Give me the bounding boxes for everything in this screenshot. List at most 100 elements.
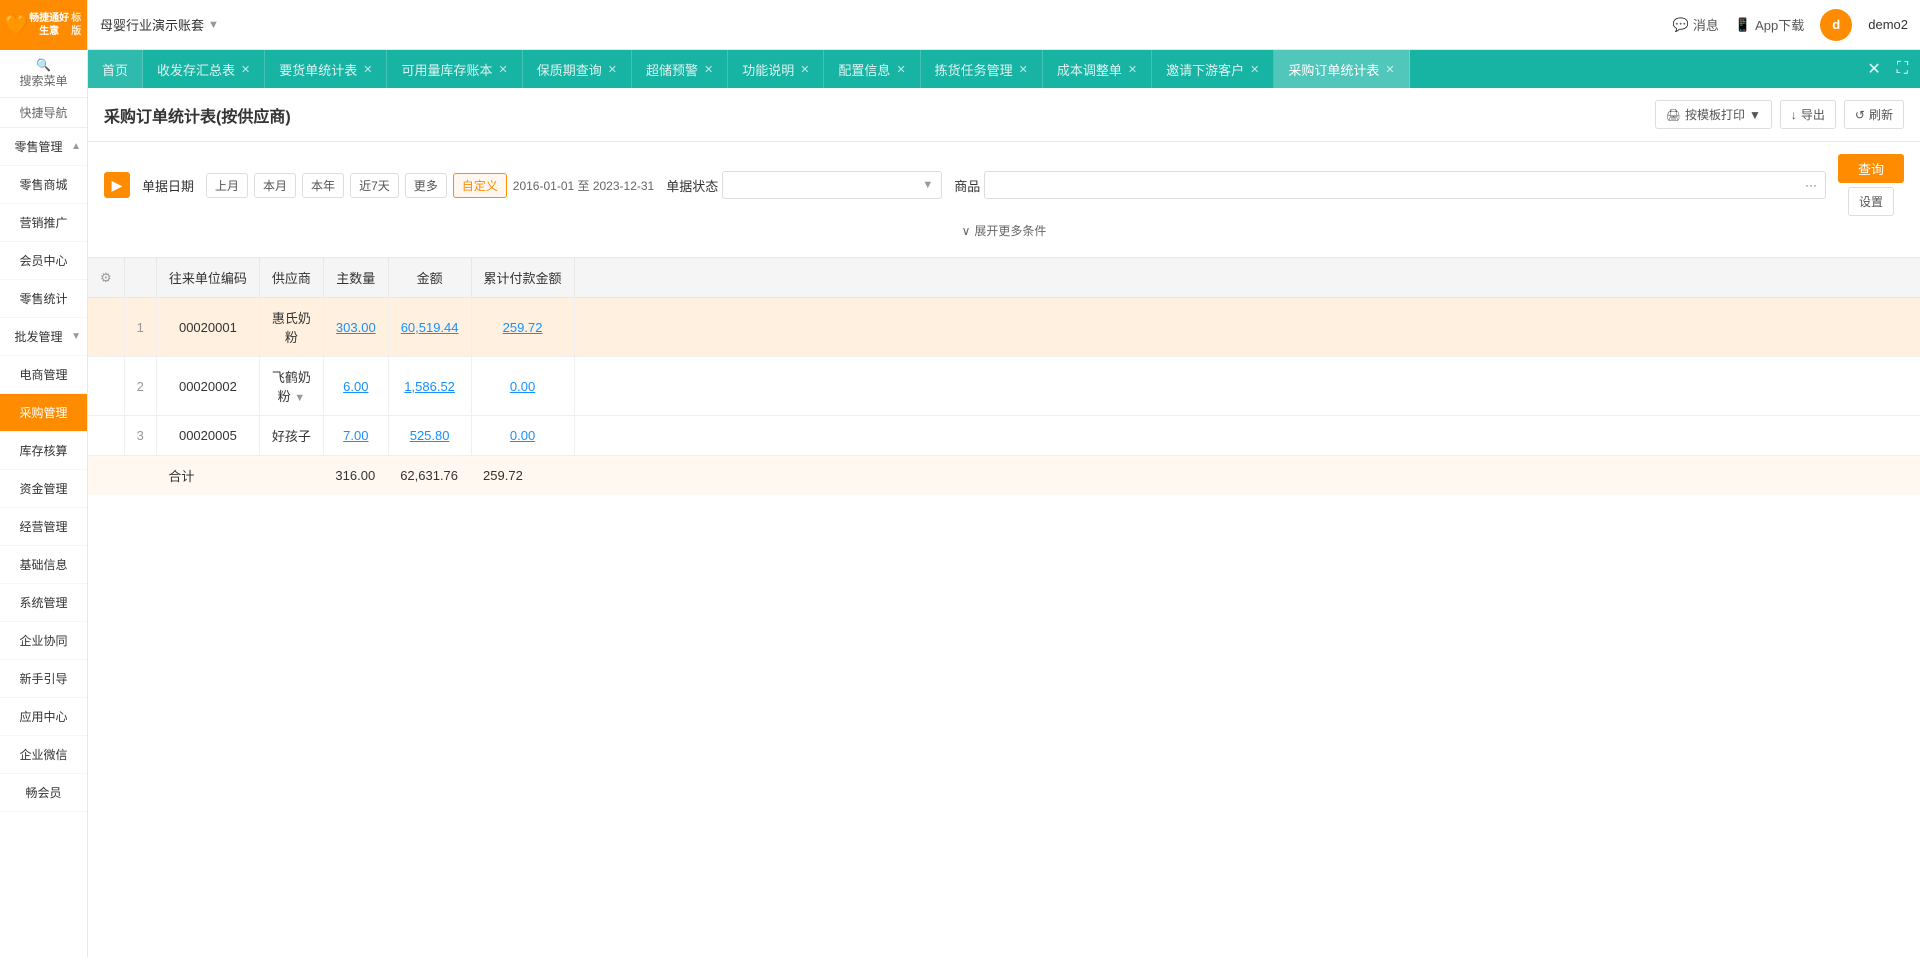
search-section: 查询 设置 [1838,154,1904,216]
row-paid-amount[interactable]: 0.00 [471,357,574,416]
tab-bar: 首页 收发存汇总表 ✕ 要货单统计表 ✕ 可用量库存账本 ✕ 保质期查询 ✕ 超… [88,50,1920,88]
sidebar-item-basic[interactable]: 基础信息 [0,546,87,584]
tab-close-all-button[interactable]: ✕ [1863,57,1884,81]
expand-more-button[interactable]: ∨ 展开更多条件 [104,216,1904,245]
row-amount[interactable]: 525.80 [388,416,471,456]
export-button[interactable]: ↓ 导出 [1780,100,1836,129]
sidebar-item-enterprise[interactable]: 企业协同 [0,622,87,660]
tab-close-icon[interactable]: ✕ [1128,63,1137,76]
row-amount[interactable]: 60,519.44 [388,298,471,357]
sidebar-item-member[interactable]: 会员中心 [0,242,87,280]
tab-close-icon[interactable]: ✕ [1019,63,1028,76]
sidebar-search[interactable]: 🔍 搜索菜单 [0,50,87,98]
footer-extra-cell [574,456,1920,496]
tab-cost-adjust[interactable]: 成本调整单 ✕ [1043,50,1152,88]
tab-close-icon[interactable]: ✕ [363,63,372,76]
tab-available-stock[interactable]: 可用量库存账本 ✕ [387,50,522,88]
row-paid-amount[interactable]: 0.00 [471,416,574,456]
tab-pick-task[interactable]: 拣货任务管理 ✕ [921,50,1043,88]
template-print-button[interactable]: 🖨 按模板打印 ▼ [1655,100,1772,129]
page-header-actions: 🖨 按模板打印 ▼ ↓ 导出 ↺ 刷新 [1655,100,1904,141]
workspace-selector[interactable]: 母婴行业演示账套 ▼ [100,15,219,34]
tab-purchase-goods-label: 要货单统计表 [279,60,357,79]
row-seq: 1 [124,298,156,357]
row-supplier-name: 好孩子 [259,416,323,456]
footer-label-cell: 合计 [156,456,323,496]
refresh-button[interactable]: ↺ 刷新 [1844,100,1904,129]
row-supplier-name: 飞鹤奶粉 ▼ [259,357,323,416]
row-paid-amount[interactable]: 259.72 [471,298,574,357]
search-button[interactable]: 查询 [1838,154,1904,183]
sidebar-quick-nav[interactable]: 快捷导航 [0,98,87,128]
table-row: 3 00020005 好孩子 7.00 525.80 0.00 [88,416,1920,456]
date-7days-button[interactable]: 近7天 [350,173,399,198]
status-select[interactable]: ▼ [722,171,942,199]
sidebar-item-ecommerce[interactable]: 电商管理 [0,356,87,394]
row-qty[interactable]: 7.00 [323,416,388,456]
tab-close-icon[interactable]: ✕ [704,63,713,76]
filter-toggle-button[interactable]: ▶ [104,172,130,198]
sidebar-item-wechat[interactable]: 企业微信 [0,736,87,774]
sidebar-item-retail[interactable]: 零售管理 ▲ [0,128,87,166]
sidebar-item-newguide[interactable]: 新手引导 [0,660,87,698]
export-icon: ↓ [1791,108,1797,122]
footer-paid-amount-cell: 259.72 [471,456,574,496]
top-bar: 母婴行业演示账套 ▼ 💬 消息 📱 App下载 d demo2 [88,0,1920,50]
sidebar-item-appcenter[interactable]: 应用中心 [0,698,87,736]
sidebar-item-operation[interactable]: 经营管理 [0,508,87,546]
footer-qty-cell: 316.00 [323,456,388,496]
tab-close-icon[interactable]: ✕ [499,63,508,76]
filter-area: ▶ 单据日期 上月 本月 本年 近7天 更多 自定义 2016-01-01 至 … [88,142,1920,258]
sidebar-item-marketing[interactable]: 营销推广 [0,204,87,242]
sidebar-item-finance[interactable]: 资金管理 [0,470,87,508]
refresh-icon: ↺ [1855,108,1865,122]
date-this-year-button[interactable]: 本年 [302,173,344,198]
top-bar-left: 母婴行业演示账套 ▼ [100,15,219,34]
tab-over-stock[interactable]: 超储预警 ✕ [632,50,728,88]
tab-close-icon[interactable]: ✕ [241,63,250,76]
tab-close-icon[interactable]: ✕ [896,63,905,76]
user-avatar[interactable]: d [1820,9,1852,41]
row-supplier-code: 00020001 [156,298,259,357]
tab-expand-button[interactable]: ⛶ [1893,58,1912,80]
tab-purchase-summary-label: 采购订单统计表 [1288,60,1379,79]
date-this-month-button[interactable]: 本月 [254,173,296,198]
sidebar-item-retail-stat[interactable]: 零售统计 [0,280,87,318]
tab-func-desc[interactable]: 功能说明 ✕ [728,50,824,88]
tab-config-info[interactable]: 配置信息 ✕ [824,50,920,88]
tab-expiry-query[interactable]: 保质期查询 ✕ [523,50,632,88]
tab-purchase-goods[interactable]: 要货单统计表 ✕ [265,50,387,88]
sidebar-item-inventory[interactable]: 库存核算 [0,432,87,470]
more-icon[interactable]: ··· [1805,178,1817,192]
date-last-month-button[interactable]: 上月 [206,173,248,198]
tab-home[interactable]: 首页 [88,50,143,88]
tab-close-icon[interactable]: ✕ [800,63,809,76]
date-more-button[interactable]: 更多 [405,173,447,198]
row-amount[interactable]: 1,586.52 [388,357,471,416]
message-button[interactable]: 💬 消息 [1673,15,1719,34]
status-filter: 单据状态 ▼ [666,171,942,199]
sidebar-item-batch[interactable]: 批发管理 ▼ [0,318,87,356]
sidebar-item-retail-shop[interactable]: 零售商城 [0,166,87,204]
sidebar-item-vip[interactable]: 畅会员 [0,774,87,812]
th-paid-amount: 累计付款金额 [471,258,574,298]
tab-close-icon[interactable]: ✕ [1385,63,1394,76]
tab-purchase-summary[interactable]: 采购订单统计表 ✕ [1274,50,1409,88]
th-settings[interactable]: ⚙ [88,258,124,298]
tab-receive-send[interactable]: 收发存汇总表 ✕ [143,50,265,88]
row-qty[interactable]: 6.00 [323,357,388,416]
tab-invite-downstream[interactable]: 邀请下游客户 ✕ [1152,50,1274,88]
app-download-button[interactable]: 📱 App下载 [1735,15,1804,34]
top-bar-right: 💬 消息 📱 App下载 d demo2 [1673,9,1908,41]
goods-input[interactable]: ··· [984,171,1826,199]
content: 采购订单统计表(按供应商) 🖨 按模板打印 ▼ ↓ 导出 ↺ 刷新 [88,88,1920,957]
date-custom-tag[interactable]: 自定义 [453,173,507,198]
settings-button[interactable]: 设置 [1848,187,1894,216]
tab-home-label: 首页 [102,60,128,79]
sidebar-item-purchase[interactable]: 采购管理 [0,394,87,432]
tab-close-icon[interactable]: ✕ [608,63,617,76]
row-qty[interactable]: 303.00 [323,298,388,357]
sidebar-item-system[interactable]: 系统管理 [0,584,87,622]
tab-close-icon[interactable]: ✕ [1250,63,1259,76]
settings-icon[interactable]: ⚙ [100,270,112,285]
